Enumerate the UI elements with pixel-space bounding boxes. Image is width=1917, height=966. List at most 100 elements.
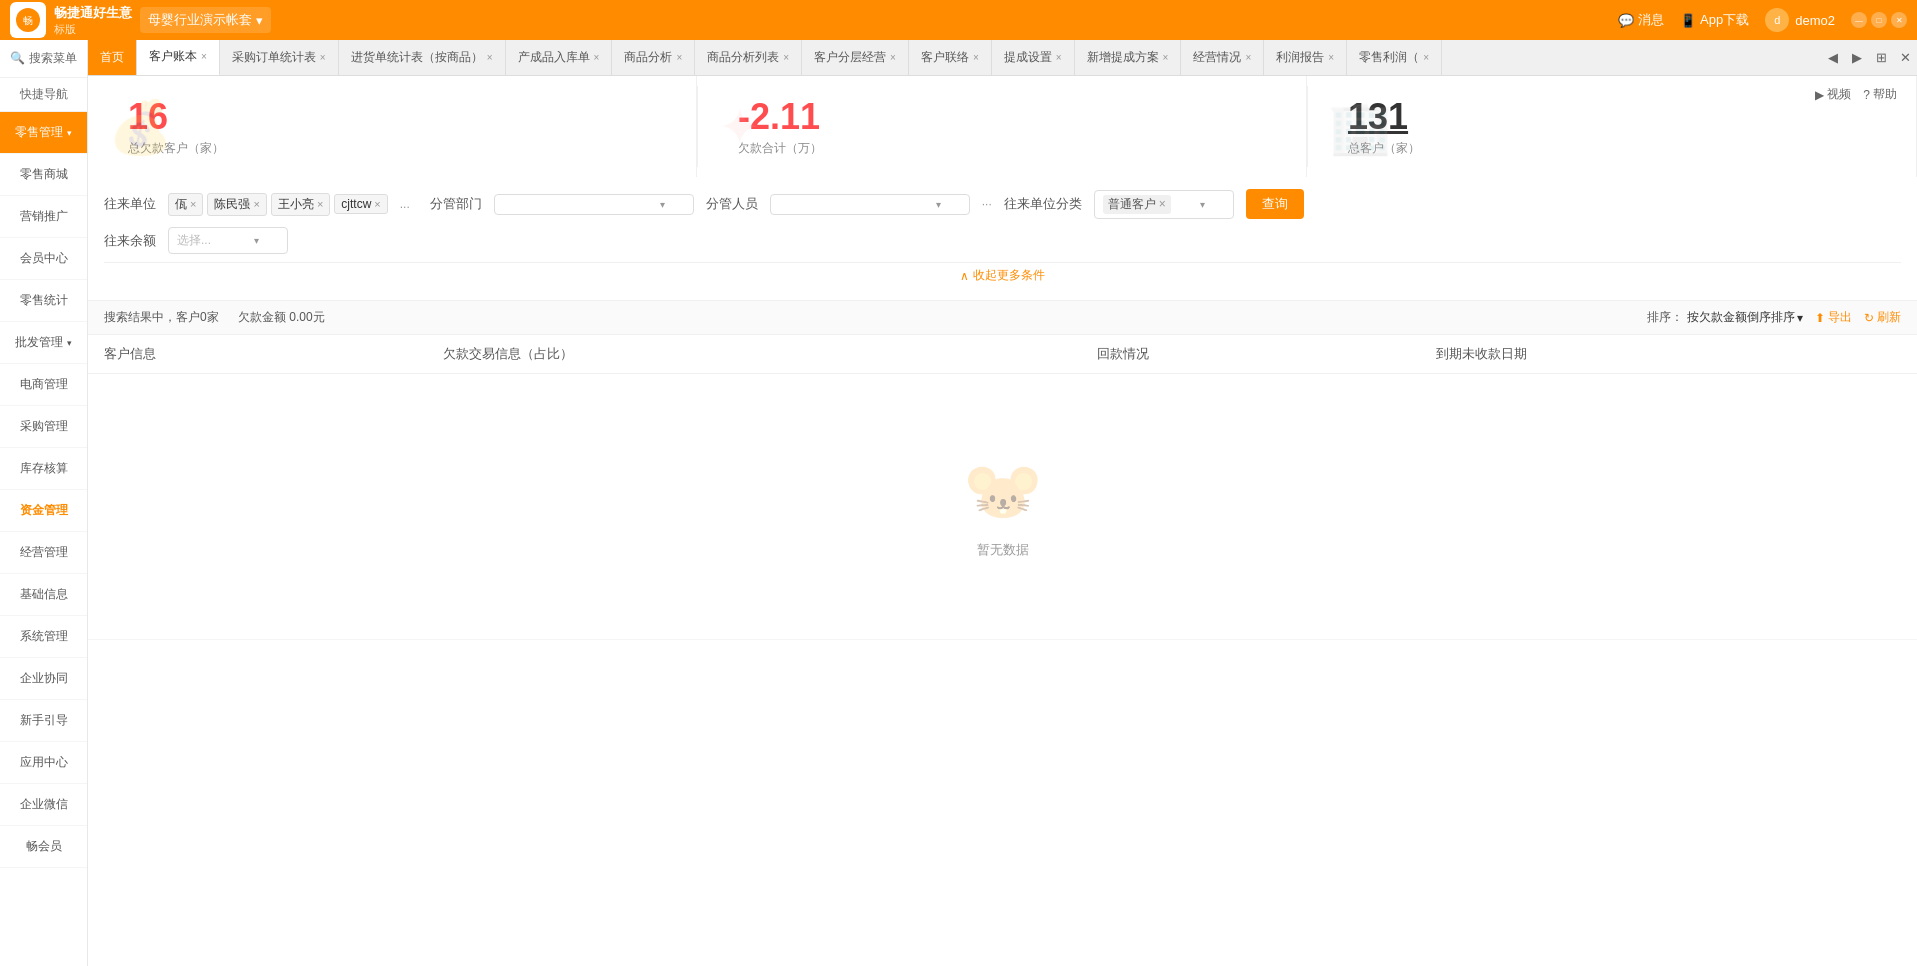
tab-close-6[interactable]: ×: [783, 52, 789, 63]
balance-placeholder: 选择...: [177, 232, 211, 249]
sidebar-item-4[interactable]: 零售统计: [0, 280, 87, 322]
play-icon: ▶: [1815, 88, 1824, 102]
sidebar-item-9[interactable]: 资金管理: [0, 490, 87, 532]
sidebar-item-13[interactable]: 企业协同: [0, 658, 87, 700]
sidebar-item-5[interactable]: 批发管理 ▾: [0, 322, 87, 364]
tab-11[interactable]: 经营情况×: [1181, 40, 1264, 76]
filter-row-1: 往来单位 佤×陈民强×王小亮×cjttcw× ... 分管部门 ▾ 分管人员: [104, 189, 1901, 219]
tab-label-3: 进货单统计表（按商品）: [351, 49, 483, 66]
sidebar-item-11[interactable]: 基础信息: [0, 574, 87, 616]
tab-expand[interactable]: ⊞: [1869, 40, 1893, 76]
filter-tag-0: 佤×: [168, 193, 203, 216]
top-right-area: 💬 消息 📱 App下载 d demo2 — □ ✕: [1618, 8, 1907, 32]
collapse-filter-btn[interactable]: ∧ 收起更多条件: [104, 262, 1901, 288]
video-help-btn[interactable]: ▶ 视频: [1815, 86, 1851, 103]
messages-btn[interactable]: 💬 消息: [1618, 11, 1664, 29]
tab-close-11[interactable]: ×: [1245, 52, 1251, 63]
tab-9[interactable]: 提成设置×: [992, 40, 1075, 76]
sidebar-search[interactable]: 🔍 搜索菜单: [0, 40, 87, 78]
tab-close-10[interactable]: ×: [1163, 52, 1169, 63]
sidebar-item-16[interactable]: 企业微信: [0, 784, 87, 826]
filter-tag-text-0: 佤: [175, 196, 187, 213]
tab-8[interactable]: 客户联络 ×: [909, 40, 992, 76]
sidebar-item-2[interactable]: 营销推广: [0, 196, 87, 238]
tab-scroll-right[interactable]: ▶: [1845, 40, 1869, 76]
sidebar-item-15[interactable]: 应用中心: [0, 742, 87, 784]
tab-scroll-left[interactable]: ◀: [1821, 40, 1845, 76]
table-header-1: 欠款交易信息（占比）: [427, 335, 1081, 374]
tab-5[interactable]: 商品分析×: [612, 40, 695, 76]
help-btn[interactable]: ? 帮助: [1863, 86, 1897, 103]
sidebar-item-1[interactable]: 零售商城: [0, 154, 87, 196]
tab-4[interactable]: 产成品入库单×: [506, 40, 613, 76]
sidebar-item-14[interactable]: 新手引导: [0, 700, 87, 742]
tab-12[interactable]: 利润报告×: [1264, 40, 1347, 76]
export-btn[interactable]: ⬆ 导出: [1815, 309, 1852, 326]
table-header-2: 回款情况: [1081, 335, 1420, 374]
refresh-btn[interactable]: ↻ 刷新: [1864, 309, 1901, 326]
tab-close-3[interactable]: ×: [487, 52, 493, 63]
tab-close-1[interactable]: ×: [201, 51, 207, 62]
tab-close-4[interactable]: ×: [594, 52, 600, 63]
tab-close-5[interactable]: ×: [676, 52, 682, 63]
sidebar-item-8[interactable]: 库存核算: [0, 448, 87, 490]
filter-tag-close-3[interactable]: ×: [374, 198, 380, 210]
sidebar-quick-nav[interactable]: 快捷导航: [0, 78, 87, 112]
user-menu[interactable]: d demo2: [1765, 8, 1835, 32]
filter-select-dept[interactable]: ▾: [494, 194, 694, 215]
tab-close-12[interactable]: ×: [1328, 52, 1334, 63]
filter-select-balance[interactable]: 选择... ▾: [168, 227, 288, 254]
filter-tag-close-1[interactable]: ×: [253, 198, 259, 210]
app-download-btn[interactable]: 📱 App下载: [1680, 11, 1749, 29]
tab-close-9[interactable]: ×: [1056, 52, 1062, 63]
tab-close-13[interactable]: ×: [1423, 52, 1429, 63]
sidebar-item-3[interactable]: 会员中心: [0, 238, 87, 280]
tab-close-7[interactable]: ×: [890, 52, 896, 63]
tab-13[interactable]: 零售利润（ ×: [1347, 40, 1442, 76]
minimize-btn[interactable]: —: [1851, 12, 1867, 28]
tab-6[interactable]: 商品分析列表×: [695, 40, 802, 76]
tab-3[interactable]: 进货单统计表（按商品） ×: [339, 40, 506, 76]
tab-label-2: 采购订单统计表: [232, 49, 316, 66]
tab-close-all[interactable]: ✕: [1893, 40, 1917, 76]
account-dropdown[interactable]: 母婴行业演示帐套 ▾: [140, 7, 271, 33]
window-controls: — □ ✕: [1851, 12, 1907, 28]
download-icon: 📱: [1680, 13, 1696, 28]
customer-bg-icon: 💰: [108, 96, 173, 157]
tab-close-2[interactable]: ×: [320, 52, 326, 63]
sidebar-item-10[interactable]: 经营管理: [0, 532, 87, 574]
tab-1[interactable]: 客户账本×: [137, 40, 220, 76]
tab-7[interactable]: 客户分层经营×: [802, 40, 909, 76]
filter-tag-close-0[interactable]: ×: [190, 198, 196, 210]
filter-label-staff: 分管人员: [706, 195, 758, 213]
tab-label-13: 零售利润（: [1359, 49, 1419, 66]
filter-more-btn[interactable]: ...: [400, 197, 410, 211]
category-tag-close[interactable]: ×: [1159, 197, 1166, 211]
tab-0[interactable]: 首页: [88, 40, 137, 76]
sidebar-item-0[interactable]: 零售管理 ▾: [0, 112, 87, 154]
app-wrapper: 畅 畅捷通好生意 标版 母婴行业演示帐套 ▾ 💬 消息 📱 App下载 d: [0, 0, 1917, 966]
filter-label-dept: 分管部门: [430, 195, 482, 213]
chevron-category-icon: ▾: [1200, 199, 1205, 210]
tab-close-8[interactable]: ×: [973, 52, 979, 63]
staff-more-icon[interactable]: ···: [982, 197, 992, 211]
empty-state: 🐭 暂无数据: [88, 374, 1917, 639]
filter-tag-close-2[interactable]: ×: [317, 198, 323, 210]
table-empty-row: 🐭 暂无数据: [88, 374, 1917, 640]
filter-select-staff[interactable]: ▾: [770, 194, 970, 215]
avatar: d: [1765, 8, 1789, 32]
tab-label-8: 客户联络: [921, 49, 969, 66]
results-bar: 搜索结果中，客户0家 欠款金额 0.00元 排序： 按欠款金额倒序排序 ▾: [88, 301, 1917, 335]
sort-select[interactable]: 按欠款金额倒序排序 ▾: [1687, 309, 1803, 326]
tab-10[interactable]: 新增提成方案×: [1075, 40, 1182, 76]
tab-2[interactable]: 采购订单统计表 ×: [220, 40, 339, 76]
sidebar-item-17[interactable]: 畅会员: [0, 826, 87, 868]
close-btn[interactable]: ✕: [1891, 12, 1907, 28]
filter-select-category[interactable]: 普通客户 × ▾: [1094, 190, 1234, 219]
sidebar-item-12[interactable]: 系统管理: [0, 616, 87, 658]
maximize-btn[interactable]: □: [1871, 12, 1887, 28]
query-button[interactable]: 查询: [1246, 189, 1304, 219]
filter-tag-text-3: cjttcw: [341, 197, 371, 211]
sidebar-item-7[interactable]: 采购管理: [0, 406, 87, 448]
sidebar-item-6[interactable]: 电商管理: [0, 364, 87, 406]
